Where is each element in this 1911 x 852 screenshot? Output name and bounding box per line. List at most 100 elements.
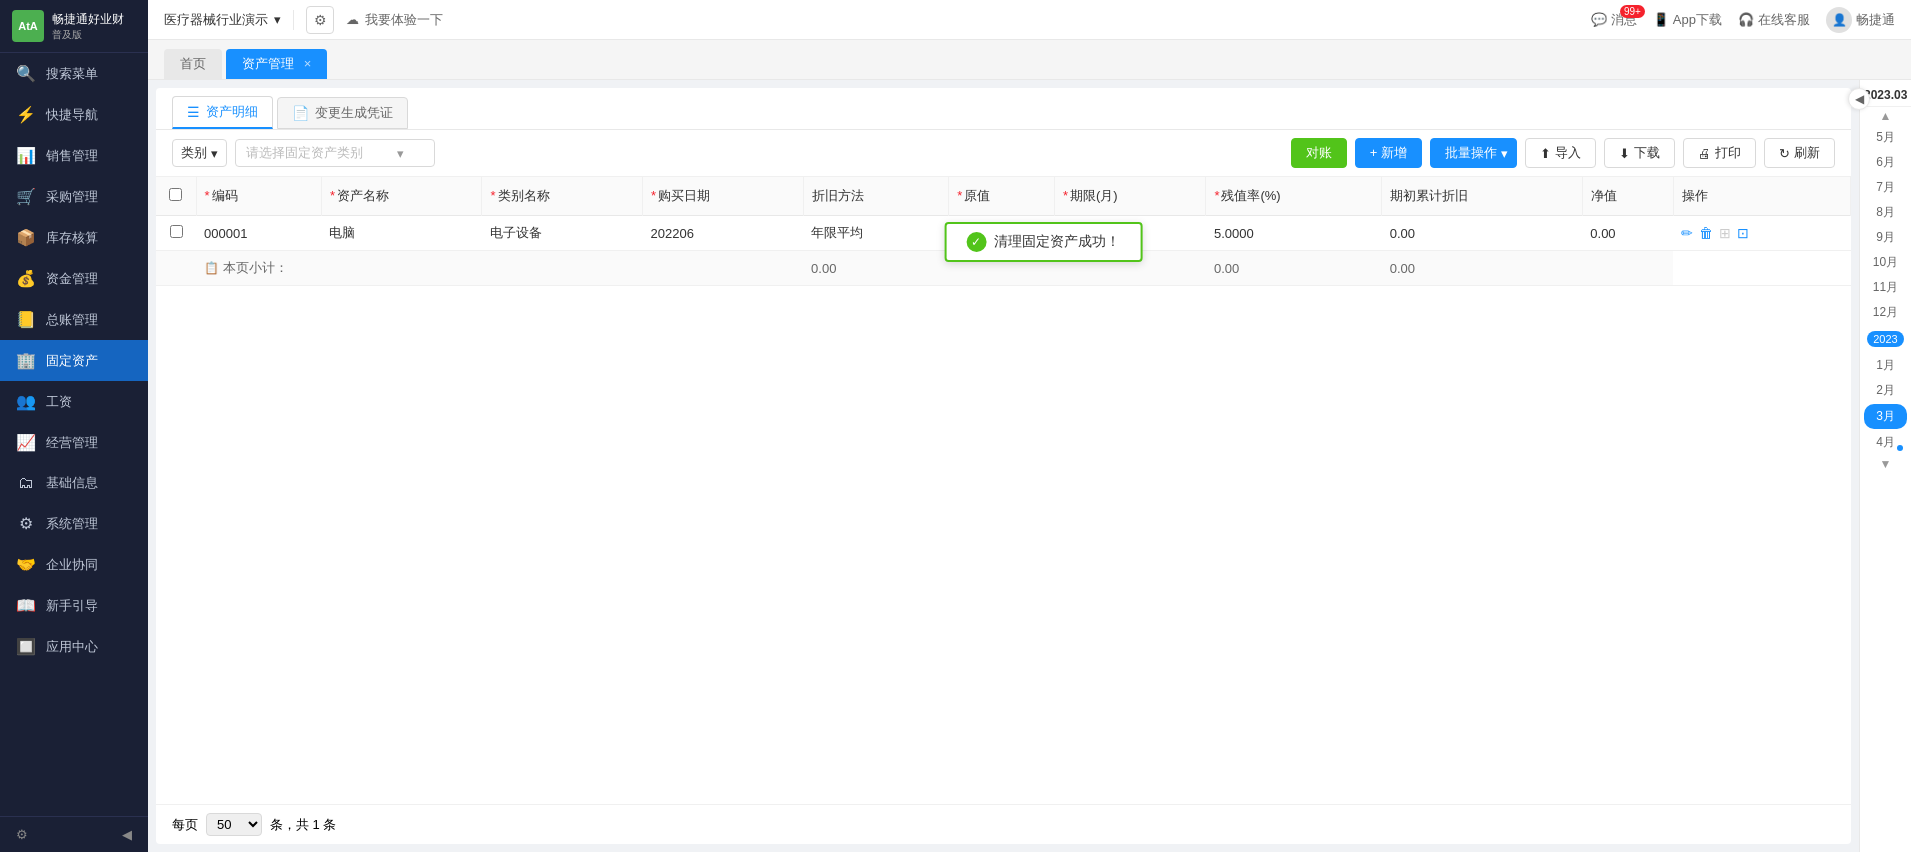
col-purchase-date: *购买日期 [643,177,804,216]
app-center-icon: 🔲 [16,637,36,656]
subtab-generate-voucher[interactable]: 📄 变更生成凭证 [277,97,408,129]
guide-icon: 📖 [16,596,36,615]
month-7[interactable]: 7月 [1860,175,1911,200]
col-residual-rate: *残值率(%) [1206,177,1382,216]
month-3-active[interactable]: 3月 [1864,404,1907,429]
sidebar-scroll: 🔍 搜索菜单 ⚡ 快捷导航 📊 销售管理 🛒 采购管理 📦 库存核算 💰 资金管… [0,53,148,816]
more-icon[interactable]: ⊡ [1737,225,1749,241]
month-12[interactable]: 12月 [1860,300,1911,325]
month-5[interactable]: 5月 [1860,125,1911,150]
sidebar-item-ledger[interactable]: 📒 总账管理 [0,299,148,340]
sidebar-item-fixed-assets[interactable]: 🏢 固定资产 [0,340,148,381]
tab-home[interactable]: 首页 [164,49,222,79]
pagination: 每页 50 100 200 条，共 1 条 [156,804,1851,844]
month-8[interactable]: 8月 [1860,200,1911,225]
settings-button[interactable]: ⚙ [306,6,334,34]
sidebar-item-guide[interactable]: 📖 新手引导 [0,585,148,626]
print-button[interactable]: 🖨 打印 [1683,138,1756,168]
sidebar-item-search[interactable]: 🔍 搜索菜单 [0,53,148,94]
nav-down-button[interactable]: ▼ [1878,455,1894,473]
system-icon: ⚙ [16,514,36,533]
sidebar-item-operations[interactable]: 📈 经营管理 [0,422,148,463]
import-button[interactable]: ⬆ 导入 [1525,138,1596,168]
batch-arrow-icon: ▾ [1501,146,1508,161]
experience-button[interactable]: ☁ 我要体验一下 [346,11,443,29]
delete-icon[interactable]: 🗑 [1699,225,1713,241]
sidebar-item-base-info[interactable]: 🗂 基础信息 [0,463,148,503]
select-all-checkbox[interactable] [169,188,182,201]
category-filter[interactable]: 类别 ▾ [172,139,227,167]
month-6[interactable]: 6月 [1860,150,1911,175]
enterprise-icon: 🤝 [16,555,36,574]
cell-code: 000001 [196,216,321,251]
select-all-header[interactable] [156,177,196,216]
message-icon: 💬 [1591,12,1607,27]
company-selector[interactable]: 医疗器械行业演示 ▾ [164,11,281,29]
sidebar-item-payroll[interactable]: 👥 工资 [0,381,148,422]
refresh-button[interactable]: ↻ 刷新 [1764,138,1835,168]
sidebar-item-inventory[interactable]: 📦 库存核算 [0,217,148,258]
settings-icon[interactable]: ⚙ [16,827,28,842]
month-1[interactable]: 1月 [1860,353,1911,378]
app-download-button[interactable]: 📱 App下载 [1653,11,1722,29]
month-4[interactable]: 4月 [1860,430,1911,455]
fixed-assets-icon: 🏢 [16,351,36,370]
logo-text: 畅捷通好业财 普及版 [52,11,124,42]
list-icon: ☰ [187,104,200,120]
row-checkbox[interactable] [170,225,183,238]
page-size-select[interactable]: 50 100 200 [206,813,262,836]
sidebar-logo: AtA 畅捷通好业财 普及版 [0,0,148,53]
col-name: *资产名称 [321,177,482,216]
month-2[interactable]: 2月 [1860,378,1911,403]
sidebar-item-system[interactable]: ⚙ 系统管理 [0,503,148,544]
topbar: 医疗器械行业演示 ▾ ⚙ ☁ 我要体验一下 💬 消息 99+ 📱 App下载 🎧… [148,0,1911,40]
subtab-asset-detail[interactable]: ☰ 资产明细 [172,96,273,129]
user-name: 畅捷通 [1856,11,1895,29]
sidebar: AtA 畅捷通好业财 普及版 🔍 搜索菜单 ⚡ 快捷导航 📊 销售管理 🛒 采购… [0,0,148,852]
user-menu[interactable]: 👤 畅捷通 [1826,7,1895,33]
topbar-divider [293,10,294,30]
tab-close-icon[interactable]: × [304,56,312,71]
payroll-icon: 👥 [16,392,36,411]
cell-depreciation-method: 年限平均 [803,216,949,251]
edit-icon[interactable]: ✏ [1681,225,1693,241]
operations-icon: 📈 [16,433,36,452]
subtotal-label: 📋 本页小计： [196,251,803,286]
subtotal-net-value: 0.00 [1382,251,1583,286]
month-9[interactable]: 9月 [1860,225,1911,250]
collapse-icon[interactable]: ◀ [122,827,132,842]
sidebar-item-sales[interactable]: 📊 销售管理 [0,135,148,176]
sidebar-item-app-center[interactable]: 🔲 应用中心 [0,626,148,667]
row-checkbox-cell[interactable] [156,216,196,251]
ledger-button[interactable]: 对账 [1291,138,1347,168]
batch-button[interactable]: 批量操作 ▾ [1430,138,1517,168]
col-category: *类别名称 [482,177,643,216]
month-11[interactable]: 11月 [1860,275,1911,300]
panel-collapse-button[interactable]: ◀ [1848,88,1870,110]
sales-icon: 📊 [16,146,36,165]
cell-residual-rate: 5.0000 [1206,216,1382,251]
company-name: 医疗器械行业演示 [164,11,268,29]
sidebar-item-enterprise[interactable]: 🤝 企业协同 [0,544,148,585]
sidebar-item-quick-nav[interactable]: ⚡ 快捷导航 [0,94,148,135]
nav-up-button[interactable]: ▲ [1878,107,1894,125]
finance-icon: 💰 [16,269,36,288]
category-input[interactable]: 请选择固定资产类别 ▾ [235,139,435,167]
sidebar-item-purchase[interactable]: 🛒 采购管理 [0,176,148,217]
tab-asset-management[interactable]: 资产管理 × [226,49,327,79]
base-info-icon: 🗂 [16,474,36,492]
online-service-button[interactable]: 🎧 在线客服 [1738,11,1810,29]
download-button[interactable]: ⬇ 下载 [1604,138,1675,168]
month-10[interactable]: 10月 [1860,250,1911,275]
subtabs: ☰ 资产明细 📄 变更生成凭证 [156,88,1851,130]
year-label[interactable]: 2023 [1867,331,1903,347]
col-actions: 操作 [1673,177,1850,216]
message-button[interactable]: 💬 消息 99+ [1591,11,1637,29]
copy-icon[interactable]: ⊞ [1719,225,1731,241]
sidebar-item-finance[interactable]: 💰 资金管理 [0,258,148,299]
purchase-icon: 🛒 [16,187,36,206]
new-button[interactable]: + 新增 [1355,138,1422,168]
col-depreciation-method: 折旧方法 [803,177,949,216]
sidebar-bottom: ⚙ ◀ [0,816,148,852]
col-original-value: *原值 [949,177,1055,216]
